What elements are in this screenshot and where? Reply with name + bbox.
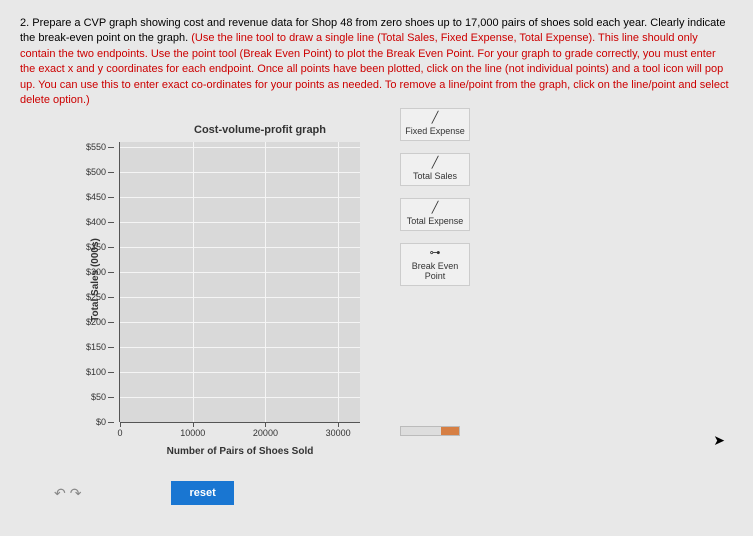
y-label-4: $200 bbox=[72, 317, 106, 327]
reset-button[interactable]: reset bbox=[171, 481, 233, 505]
cursor-icon: ➤ bbox=[713, 432, 725, 449]
y-axis-labels: $0 $50 $100 $150 $200 $250 $300 $350 $40… bbox=[72, 142, 114, 422]
line-icon: ╱ bbox=[403, 113, 467, 124]
undo-icon[interactable]: ↶ bbox=[54, 485, 66, 502]
line-icon: ╱ bbox=[403, 203, 467, 214]
y-label-5: $250 bbox=[72, 292, 106, 302]
x-axis-title: Number of Pairs of Shoes Sold bbox=[120, 446, 360, 457]
y-label-1: $50 bbox=[72, 392, 106, 402]
y-label-6: $300 bbox=[72, 267, 106, 277]
tool-break-even-point[interactable]: ⊶ Break Even Point bbox=[400, 243, 470, 286]
x-label-3: 30000 bbox=[326, 428, 351, 438]
y-label-2: $100 bbox=[72, 367, 106, 377]
x-axis-labels: 0 10000 20000 30000 bbox=[120, 424, 360, 438]
undo-redo-group: ↶ ↷ bbox=[54, 485, 81, 502]
plot-area[interactable] bbox=[120, 142, 360, 422]
line-icon: ╱ bbox=[403, 158, 467, 169]
chart-title: Cost-volume-profit graph bbox=[100, 118, 420, 142]
horizontal-scrollbar[interactable] bbox=[400, 426, 460, 436]
legend-label: Break Even Point bbox=[412, 261, 459, 281]
y-label-3: $150 bbox=[72, 342, 106, 352]
y-label-9: $450 bbox=[72, 192, 106, 202]
legend-label: Total Sales bbox=[413, 171, 457, 181]
legend-label: Fixed Expense bbox=[405, 126, 465, 136]
tool-total-expense[interactable]: ╱ Total Expense bbox=[400, 198, 470, 231]
controls-row: ↶ ↷ reset bbox=[50, 481, 520, 505]
y-label-11: $550 bbox=[72, 142, 106, 152]
legend-label: Total Expense bbox=[407, 216, 464, 226]
tool-fixed-expense[interactable]: ╱ Fixed Expense bbox=[400, 108, 470, 141]
redo-icon[interactable]: ↷ bbox=[70, 485, 82, 502]
point-icon: ⊶ bbox=[403, 248, 467, 259]
x-label-2: 20000 bbox=[253, 428, 278, 438]
scrollbar-thumb[interactable] bbox=[441, 427, 459, 435]
x-label-0: 0 bbox=[117, 428, 122, 438]
y-label-10: $500 bbox=[72, 167, 106, 177]
x-label-1: 10000 bbox=[180, 428, 205, 438]
tool-total-sales[interactable]: ╱ Total Sales bbox=[400, 153, 470, 186]
instructions-text: 2. Prepare a CVP graph showing cost and … bbox=[20, 16, 733, 108]
y-label-7: $350 bbox=[72, 242, 106, 252]
chart-box: Total Sales (000s) $0 $50 $100 $150 $200… bbox=[76, 142, 356, 457]
y-label-0: $0 bbox=[72, 417, 106, 427]
tool-legend: ╱ Fixed Expense ╱ Total Sales ╱ Total Ex… bbox=[400, 108, 470, 298]
y-label-8: $400 bbox=[72, 217, 106, 227]
